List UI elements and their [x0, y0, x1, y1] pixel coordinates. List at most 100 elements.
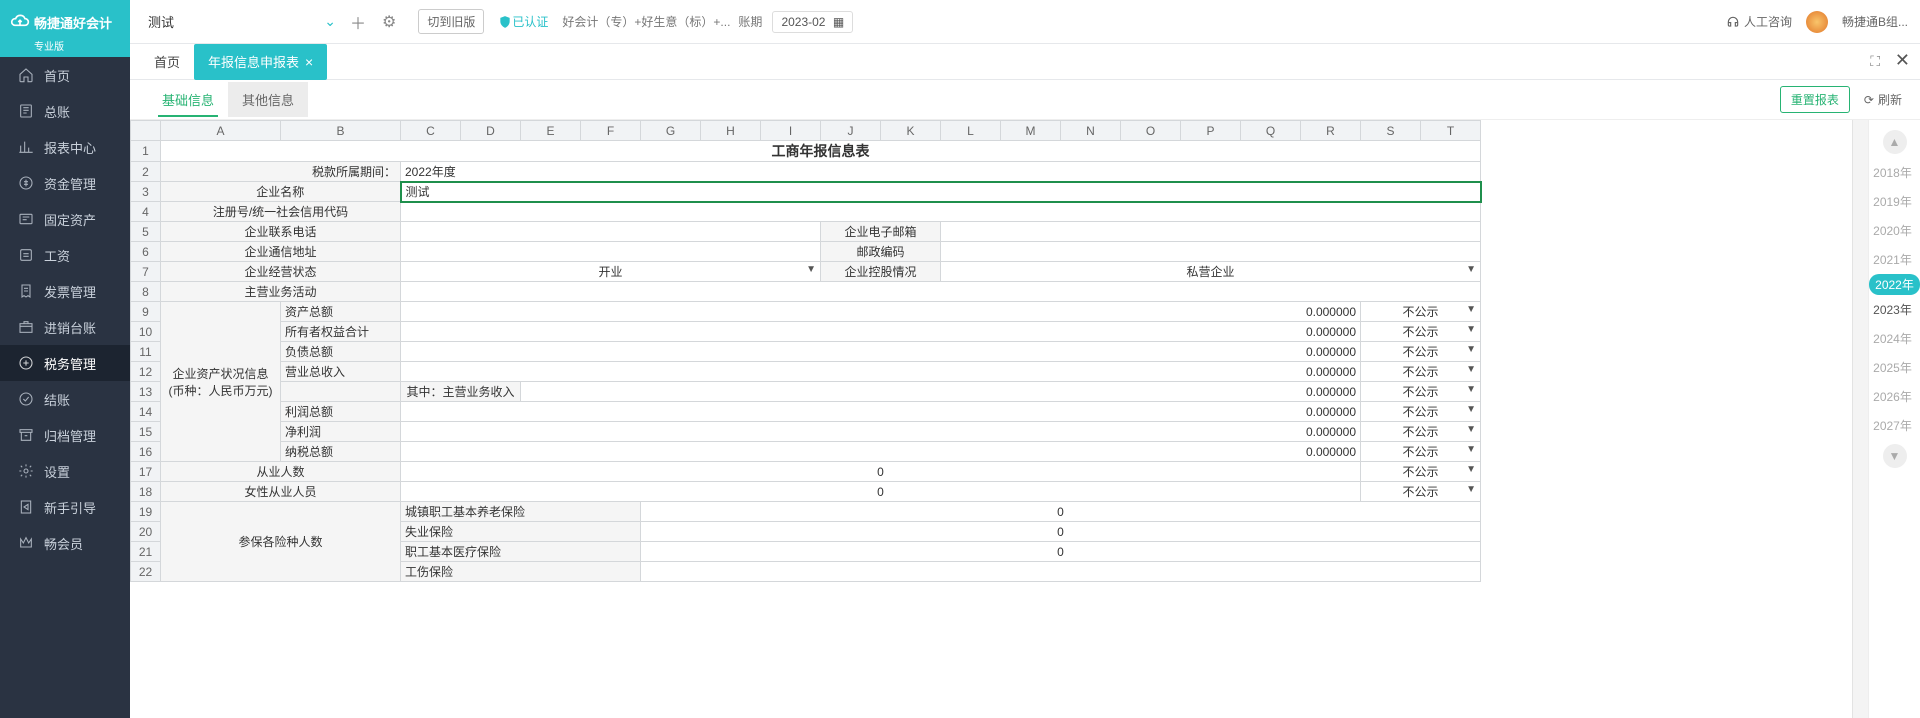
row-header[interactable]: 11: [131, 342, 161, 362]
select-cell[interactable]: 不公示▼: [1361, 322, 1481, 342]
col-header[interactable]: G: [641, 121, 701, 141]
sidebar-item-asset[interactable]: 固定资产: [0, 201, 130, 237]
subtab-1[interactable]: 其他信息: [228, 82, 308, 117]
vertical-scrollbar[interactable]: [1852, 120, 1868, 718]
row-header[interactable]: 19: [131, 502, 161, 522]
year-item[interactable]: 2023年: [1869, 295, 1920, 324]
sidebar-item-chart[interactable]: 报表中心: [0, 129, 130, 165]
company-select[interactable]: 测试 ⌄: [142, 8, 342, 35]
sidebar-item-settings[interactable]: 设置: [0, 453, 130, 489]
select-cell[interactable]: 不公示▼: [1361, 402, 1481, 422]
row-header[interactable]: 8: [131, 282, 161, 302]
reset-report-button[interactable]: 重置报表: [1780, 86, 1850, 113]
select-cell[interactable]: 不公示▼: [1361, 362, 1481, 382]
customer-service-button[interactable]: 人工咨询: [1726, 13, 1792, 30]
select-cell[interactable]: 私营企业▼: [941, 262, 1481, 282]
tab-1[interactable]: 年报信息申报表×: [194, 44, 327, 80]
col-header[interactable]: E: [521, 121, 581, 141]
col-header[interactable]: R: [1301, 121, 1361, 141]
tab-close-icon[interactable]: ×: [305, 54, 313, 70]
cell[interactable]: 0: [641, 522, 1481, 542]
year-item[interactable]: 2024年: [1869, 324, 1920, 353]
cell[interactable]: [401, 222, 821, 242]
row-header[interactable]: 22: [131, 562, 161, 582]
col-header[interactable]: J: [821, 121, 881, 141]
year-item[interactable]: 2021年: [1869, 245, 1920, 274]
select-cell[interactable]: 不公示▼: [1361, 422, 1481, 442]
row-header[interactable]: 20: [131, 522, 161, 542]
select-cell[interactable]: 不公示▼: [1361, 302, 1481, 322]
year-down-button[interactable]: ▼: [1883, 444, 1907, 468]
cell[interactable]: 0.000000: [401, 422, 1361, 442]
row-header[interactable]: 17: [131, 462, 161, 482]
corner-cell[interactable]: [131, 121, 161, 141]
col-header[interactable]: O: [1121, 121, 1181, 141]
cell[interactable]: [941, 222, 1481, 242]
sidebar-item-guide[interactable]: 新手引导: [0, 489, 130, 525]
col-header[interactable]: H: [701, 121, 761, 141]
col-header[interactable]: Q: [1241, 121, 1301, 141]
tab-0[interactable]: 首页: [140, 44, 194, 80]
row-header[interactable]: 21: [131, 542, 161, 562]
sidebar-item-archive[interactable]: 归档管理: [0, 417, 130, 453]
year-item[interactable]: 2026年: [1869, 382, 1920, 411]
row-header[interactable]: 2: [131, 162, 161, 182]
col-header[interactable]: A: [161, 121, 281, 141]
old-version-button[interactable]: 切到旧版: [418, 9, 484, 34]
cell[interactable]: [401, 202, 1481, 222]
col-header[interactable]: B: [281, 121, 401, 141]
select-cell[interactable]: 不公示▼: [1361, 462, 1481, 482]
year-item[interactable]: 2027年: [1869, 411, 1920, 440]
col-header[interactable]: L: [941, 121, 1001, 141]
cell[interactable]: 0.000000: [401, 362, 1361, 382]
row-header[interactable]: 5: [131, 222, 161, 242]
row-header[interactable]: 15: [131, 422, 161, 442]
select-cell[interactable]: 不公示▼: [1361, 442, 1481, 462]
col-header[interactable]: S: [1361, 121, 1421, 141]
col-header[interactable]: C: [401, 121, 461, 141]
sidebar-item-home[interactable]: 首页: [0, 57, 130, 93]
row-header[interactable]: 7: [131, 262, 161, 282]
year-item[interactable]: 2019年: [1869, 187, 1920, 216]
cell[interactable]: 0: [641, 542, 1481, 562]
row-header[interactable]: 13: [131, 382, 161, 402]
cell[interactable]: [941, 242, 1481, 262]
row-header[interactable]: 12: [131, 362, 161, 382]
row-header[interactable]: 16: [131, 442, 161, 462]
cell[interactable]: [401, 242, 821, 262]
cell[interactable]: [641, 562, 1481, 582]
verified-badge[interactable]: 已认证: [498, 13, 548, 30]
sidebar-item-fund[interactable]: 资金管理: [0, 165, 130, 201]
select-cell[interactable]: 不公示▼: [1361, 482, 1481, 502]
select-cell[interactable]: 不公示▼: [1361, 342, 1481, 362]
gear-icon[interactable]: ⚙: [382, 12, 396, 32]
cell[interactable]: 0.000000: [401, 442, 1361, 462]
cell[interactable]: 0: [401, 462, 1361, 482]
cell[interactable]: 0.000000: [401, 302, 1361, 322]
row-header[interactable]: 4: [131, 202, 161, 222]
spreadsheet[interactable]: ABCDEFGHIJKLMNOPQRST1工商年报信息表2税款所属期间：2022…: [130, 120, 1852, 718]
row-header[interactable]: 1: [131, 141, 161, 162]
cell[interactable]: 2022年度: [401, 162, 1481, 182]
subtab-0[interactable]: 基础信息: [148, 82, 228, 117]
cell[interactable]: 0.000000: [521, 382, 1361, 402]
add-icon[interactable]: ＋: [350, 10, 366, 34]
sidebar-item-salary[interactable]: 工资: [0, 237, 130, 273]
sidebar-item-ledger[interactable]: 总账: [0, 93, 130, 129]
active-cell[interactable]: 测试: [401, 182, 1481, 202]
expand-icon[interactable]: ⛶: [1870, 53, 1880, 70]
cell[interactable]: 0: [641, 502, 1481, 522]
cell[interactable]: 0.000000: [401, 402, 1361, 422]
col-header[interactable]: I: [761, 121, 821, 141]
row-header[interactable]: 14: [131, 402, 161, 422]
sidebar-item-stock[interactable]: 进销台账: [0, 309, 130, 345]
period-select[interactable]: 2023-02 ▦: [772, 11, 853, 33]
col-header[interactable]: K: [881, 121, 941, 141]
col-header[interactable]: D: [461, 121, 521, 141]
cell[interactable]: 0: [401, 482, 1361, 502]
year-item[interactable]: 2020年: [1869, 216, 1920, 245]
year-up-button[interactable]: ▲: [1883, 130, 1907, 154]
row-header[interactable]: 6: [131, 242, 161, 262]
year-item[interactable]: 2022年: [1869, 274, 1920, 295]
row-header[interactable]: 3: [131, 182, 161, 202]
